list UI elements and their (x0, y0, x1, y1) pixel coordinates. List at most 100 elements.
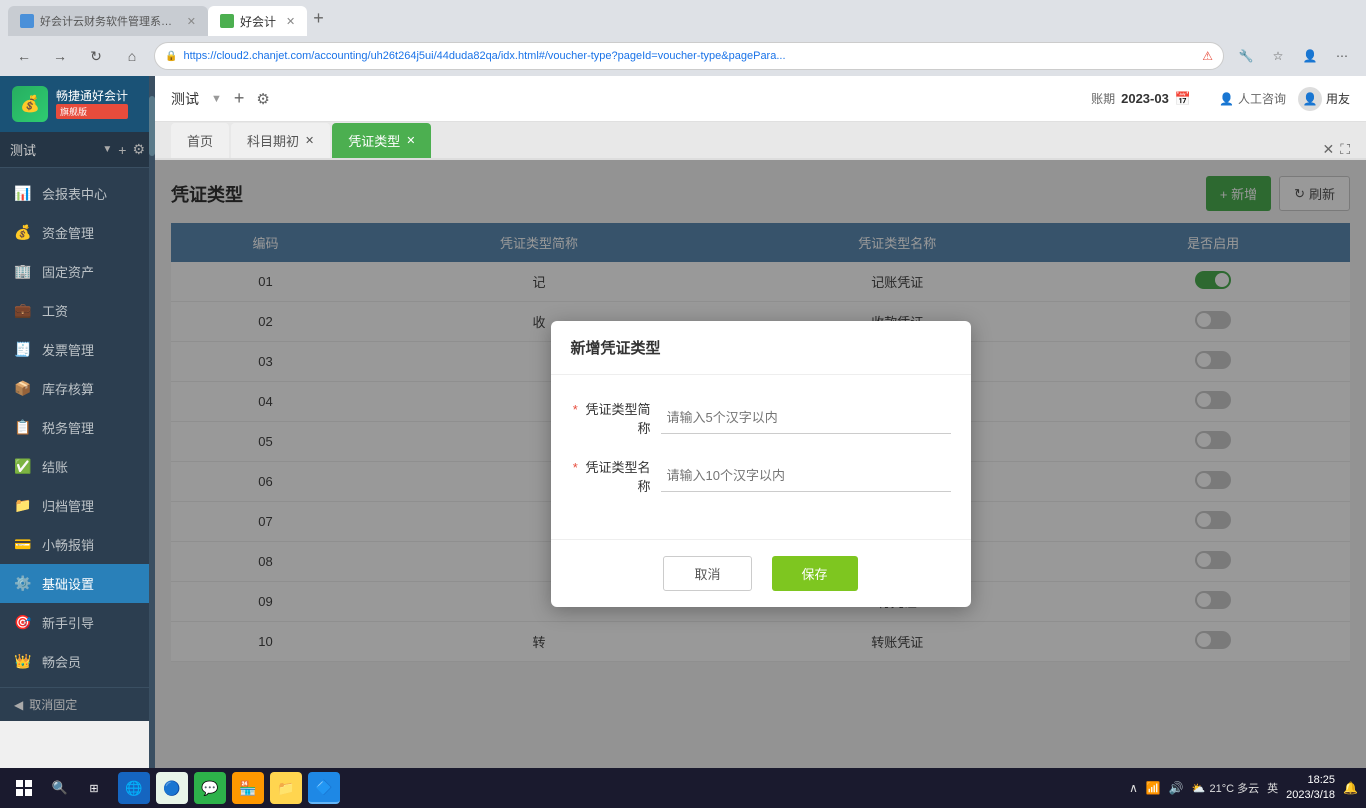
url-bar[interactable]: 🔒 https://cloud2.chanjet.com/accounting/… (154, 42, 1224, 70)
sidebar-item-inventory[interactable]: 📦 库存核算 (0, 369, 155, 408)
address-bar: ← → ↻ ⌂ 🔒 https://cloud2.chanjet.com/acc… (0, 36, 1366, 76)
taskbar-date: 2023/3/18 (1286, 788, 1335, 803)
tab-favicon-2 (220, 14, 234, 28)
sidebar-item-settings[interactable]: ⚙️ 基础设置 (0, 564, 155, 603)
taskbar-app-files[interactable]: 📁 (270, 772, 302, 804)
org-selector-text: 测试 (171, 89, 199, 109)
sidebar-item-salary[interactable]: 💼 工资 (0, 291, 155, 330)
sidebar-item-fixed-assets-label: 固定资产 (42, 262, 94, 281)
taskbar-app-edge[interactable]: 🌐 (118, 772, 150, 804)
name-required-mark: * (573, 460, 578, 475)
sidebar-item-archive[interactable]: 📁 归档管理 (0, 486, 155, 525)
sidebar-item-member[interactable]: 👑 畅会员 (0, 642, 155, 681)
taskbar-app-chrome[interactable]: 🔵 (156, 772, 188, 804)
consult-button[interactable]: 👤 人工咨询 (1219, 90, 1286, 107)
taskbar-app-browser-active[interactable]: 🔷 (308, 772, 340, 804)
start-button[interactable] (8, 772, 40, 804)
consult-label: 人工咨询 (1238, 90, 1286, 107)
sidebar-item-guide[interactable]: 🎯 新手引导 (0, 603, 155, 642)
reload-button[interactable]: ↻ (82, 42, 110, 70)
add-voucher-modal: 新增凭证类型 * 凭证类型简称 * (551, 321, 971, 607)
modal-header: 新增凭证类型 (551, 321, 971, 375)
capital-icon: 💰 (14, 224, 32, 242)
taskbar-time: 18:25 (1286, 773, 1335, 788)
logo-text-area: 畅捷通好会计 旗舰版 (56, 89, 128, 120)
inventory-icon: 📦 (14, 380, 32, 398)
new-tab-button[interactable]: + (307, 8, 330, 29)
sidebar-item-closing[interactable]: ✅ 结账 (0, 447, 155, 486)
add-org-button[interactable]: + (234, 88, 245, 109)
tab-subject-close[interactable]: ✕ (305, 134, 314, 147)
settings-gear-button[interactable]: ⚙ (256, 90, 269, 108)
selector-settings-btn[interactable]: ⚙ (132, 141, 145, 158)
sidebar-item-fixed-assets[interactable]: 🏢 固定资产 (0, 252, 155, 291)
search-taskbar-button[interactable]: 🔍 (46, 774, 74, 802)
logo-name: 畅捷通好会计 (56, 89, 128, 105)
taskbar-app-store[interactable]: 🏪 (232, 772, 264, 804)
notification-button[interactable]: 🔔 (1343, 781, 1358, 795)
sidebar-item-tax[interactable]: 📋 税务管理 (0, 408, 155, 447)
sidebar: 💰 畅捷通好会计 旗舰版 测试 ▼ + ⚙ 📊 会报表中心 (0, 76, 155, 721)
bookmark-button[interactable]: ☆ (1264, 42, 1292, 70)
tab-1-label: 好会计云财务软件管理系统_会计 (40, 13, 177, 29)
save-button[interactable]: 保存 (772, 556, 858, 591)
extensions-button[interactable]: 🔧 (1232, 42, 1260, 70)
abbr-label: * 凭证类型简称 (571, 399, 661, 437)
url-text: https://cloud2.chanjet.com/accounting/uh… (183, 50, 1196, 62)
abbr-form-row: * 凭证类型简称 (571, 399, 951, 437)
sidebar-item-expense-label: 小畅报销 (42, 535, 94, 554)
tab-minimize-button[interactable]: ✕ (1322, 141, 1334, 158)
task-view-button[interactable]: ⊞ (80, 774, 108, 802)
unpin-icon: ◀ (14, 698, 23, 712)
tab-subject-label: 科目期初 (247, 131, 299, 150)
sidebar-selector[interactable]: 测试 ▼ + ⚙ (0, 132, 155, 168)
back-button[interactable]: ← (10, 42, 38, 70)
sidebar-item-guide-label: 新手引导 (42, 613, 94, 632)
tab-expand-button[interactable]: ⛶ (1340, 141, 1350, 158)
modal-overlay: 新增凭证类型 * 凭证类型简称 * (155, 160, 1366, 768)
sidebar-scroll-thumb (149, 96, 155, 156)
modal-footer: 取消 保存 (551, 539, 971, 607)
calendar-icon[interactable]: 📅 (1175, 91, 1191, 107)
app-header: 测试 ▼ + ⚙ 账期 2023-03 📅 👤 人工咨询 👤 用友 (155, 76, 1366, 122)
sidebar-item-inventory-label: 库存核算 (42, 379, 94, 398)
taskbar-app-wechat[interactable]: 💬 (194, 772, 226, 804)
abbr-required-mark: * (573, 402, 578, 417)
tab-subject[interactable]: 科目期初 ✕ (231, 123, 330, 158)
sidebar-container: 💰 畅捷通好会计 旗舰版 测试 ▼ + ⚙ 📊 会报表中心 (0, 76, 155, 768)
tab-2-close[interactable]: ✕ (286, 15, 295, 28)
user-button[interactable]: 👤 用友 (1298, 87, 1350, 111)
speaker-icon[interactable]: 🔊 (1169, 781, 1184, 795)
period-label: 账期 (1091, 90, 1115, 107)
tab-voucher-type-close[interactable]: ✕ (406, 134, 415, 147)
more-button[interactable]: ⋯ (1328, 42, 1356, 70)
cancel-button[interactable]: 取消 (663, 556, 751, 591)
tab-voucher-type[interactable]: 凭证类型 ✕ (332, 123, 431, 158)
profile-button[interactable]: 👤 (1296, 42, 1324, 70)
tab-2[interactable]: 好会计 ✕ (208, 6, 307, 36)
language-indicator: 英 (1267, 780, 1278, 796)
abbr-input[interactable] (661, 402, 951, 434)
tab-1[interactable]: 好会计云财务软件管理系统_会计 ✕ (8, 6, 208, 36)
tab-home-label: 首页 (187, 131, 213, 150)
sidebar-item-dashboard[interactable]: 📊 会报表中心 (0, 174, 155, 213)
invoice-icon: 🧾 (14, 341, 32, 359)
sidebar-item-invoice[interactable]: 🧾 发票管理 (0, 330, 155, 369)
user-label: 用友 (1326, 90, 1350, 107)
org-chevron-icon: ▼ (211, 93, 222, 105)
sidebar-item-expense[interactable]: 💳 小畅报销 (0, 525, 155, 564)
tab-home[interactable]: 首页 (171, 123, 229, 158)
sidebar-item-archive-label: 归档管理 (42, 496, 94, 515)
selector-add-btn[interactable]: + (118, 142, 126, 158)
sidebar-item-capital[interactable]: 💰 资金管理 (0, 213, 155, 252)
tab-1-close[interactable]: ✕ (187, 15, 196, 28)
name-input[interactable] (661, 460, 951, 492)
sidebar-item-tax-label: 税务管理 (42, 418, 94, 437)
name-label: * 凭证类型名称 (571, 457, 661, 495)
sidebar-unpin[interactable]: ◀ 取消固定 (0, 687, 155, 721)
home-button[interactable]: ⌂ (118, 42, 146, 70)
browser-chrome: 好会计云财务软件管理系统_会计 ✕ 好会计 ✕ + ← → ↻ ⌂ 🔒 http… (0, 0, 1366, 76)
forward-button[interactable]: → (46, 42, 74, 70)
taskbar-system-tray[interactable]: ∧ (1129, 781, 1138, 795)
network-icon[interactable]: 📶 (1146, 781, 1161, 795)
